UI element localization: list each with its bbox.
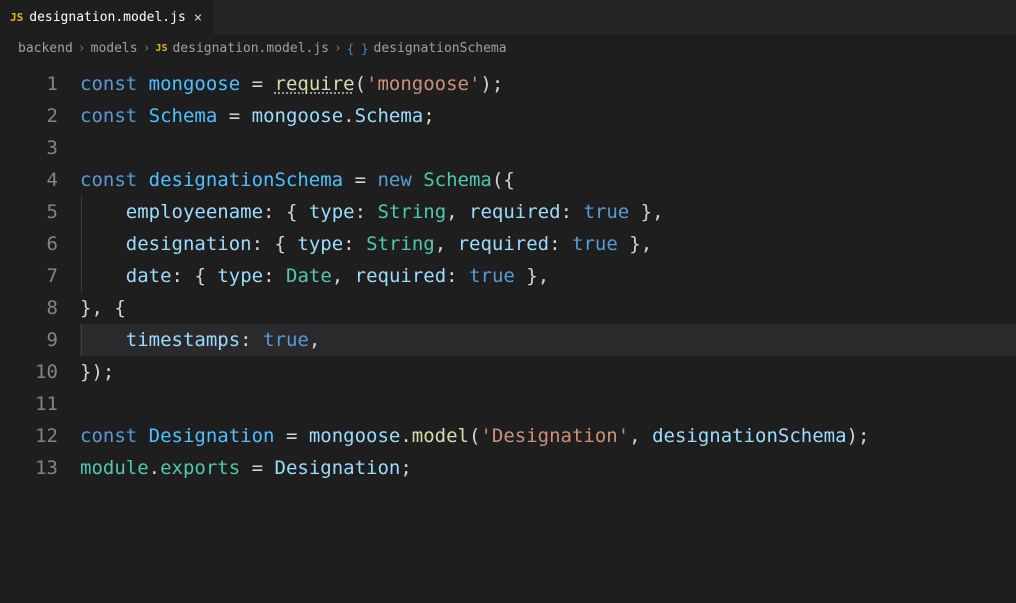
breadcrumb-item-backend[interactable]: backend — [18, 41, 73, 56]
chevron-right-icon: › — [78, 41, 86, 56]
symbol-icon: { } — [347, 42, 369, 56]
code-area[interactable]: const mongoose = require('mongoose'); co… — [80, 63, 1016, 603]
code-line: const Designation = mongoose.model('Desi… — [80, 420, 1016, 452]
tab-bar: JS designation.model.js × — [0, 0, 1016, 35]
line-number: 9 — [0, 324, 58, 356]
line-number: 12 — [0, 420, 58, 452]
gutter: 1 2 3 4 5 6 7 8 9 10 11 12 13 — [0, 63, 80, 603]
breadcrumb-item-symbol[interactable]: designationSchema — [374, 41, 507, 56]
line-number: 5 — [0, 196, 58, 228]
line-number: 6 — [0, 228, 58, 260]
tab-active[interactable]: JS designation.model.js × — [0, 0, 215, 35]
line-number: 2 — [0, 100, 58, 132]
breadcrumb: backend › models › JS designation.model.… — [0, 35, 1016, 63]
line-number: 3 — [0, 132, 58, 164]
code-line: designation: { type: String, required: t… — [80, 228, 1016, 260]
line-number: 7 — [0, 260, 58, 292]
breadcrumb-item-models[interactable]: models — [91, 41, 138, 56]
line-number: 11 — [0, 388, 58, 420]
code-line: const Schema = mongoose.Schema; — [80, 100, 1016, 132]
js-icon: JS — [155, 43, 167, 54]
code-line: const mongoose = require('mongoose'); — [80, 68, 1016, 100]
line-number: 1 — [0, 68, 58, 100]
breadcrumb-item-file[interactable]: designation.model.js — [172, 41, 329, 56]
code-line — [80, 132, 1016, 164]
code-line — [80, 388, 1016, 420]
code-line: }); — [80, 356, 1016, 388]
tab-label: designation.model.js — [29, 10, 186, 25]
code-line: employeename: { type: String, required: … — [80, 196, 1016, 228]
code-line: module.exports = Designation; — [80, 452, 1016, 484]
js-icon: JS — [10, 11, 23, 24]
code-line: const designationSchema = new Schema({ — [80, 164, 1016, 196]
editor: 1 2 3 4 5 6 7 8 9 10 11 12 13 const mong… — [0, 63, 1016, 603]
code-line: date: { type: Date, required: true }, — [80, 260, 1016, 292]
line-number: 4 — [0, 164, 58, 196]
close-icon[interactable]: × — [192, 8, 204, 28]
line-number: 10 — [0, 356, 58, 388]
code-line-current: timestamps: true, — [80, 324, 1016, 356]
code-line: }, { — [80, 292, 1016, 324]
line-number: 13 — [0, 452, 58, 484]
chevron-right-icon: › — [143, 41, 151, 56]
line-number: 8 — [0, 292, 58, 324]
chevron-right-icon: › — [334, 41, 342, 56]
